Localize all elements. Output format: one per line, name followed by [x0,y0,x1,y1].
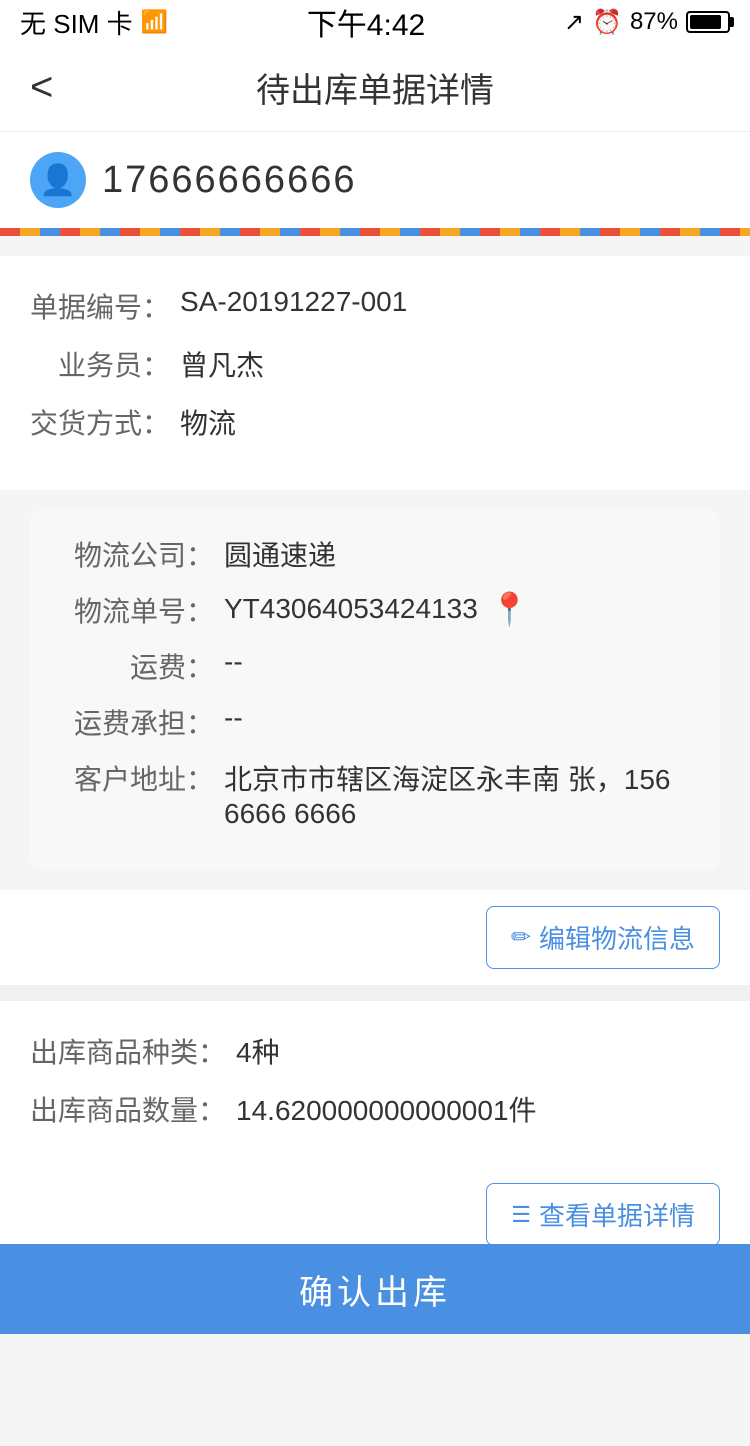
battery-fill [690,15,721,29]
staff-row: 业务员： 曾凡杰 [30,344,720,384]
edit-icon: ✏ [511,923,531,952]
staff-label: 业务员： [30,344,170,384]
logistics-freight-row: 运费： -- [54,646,696,686]
tracking-location-icon[interactable]: 📍 [490,590,530,628]
confirm-button[interactable]: 确认出库 [0,1244,750,1334]
dashed-divider [0,228,750,236]
view-detail-button[interactable]: ☰ 查看单据详情 [486,1183,720,1246]
logistics-company-row: 物流公司： 圆通速递 [54,534,696,574]
logistics-freightbearer-value: -- [224,702,696,734]
alarm-icon: ⏰ [592,8,622,37]
staff-value: 曾凡杰 [180,344,720,384]
goods-section: 出库商品种类： 4种 出库商品数量： 14.620000000000001件 [0,1001,750,1167]
avatar-icon: 👤 [39,163,76,198]
logistics-freight-label: 运费： [54,646,214,686]
goods-quantity-value: 14.620000000000001件 [236,1089,720,1129]
delivery-value: 物流 [180,402,720,442]
order-number-value: SA-20191227-001 [180,286,720,318]
logistics-address-value: 北京市市辖区海淀区永丰南 张，156 6666 6666 [224,758,696,830]
edit-logistics-button[interactable]: ✏ 编辑物流信息 [486,906,720,969]
confirm-btn-wrapper: 确认出库 [0,1244,750,1334]
status-time: 下午4:42 [307,0,425,44]
logistics-freightbearer-label: 运费承担： [54,702,214,742]
list-icon: ☰ [511,1202,531,1228]
goods-quantity-label: 出库商品数量： [30,1089,226,1129]
logistics-company-label: 物流公司： [54,534,214,574]
edit-btn-label: 编辑物流信息 [539,919,695,956]
page-title: 待出库单据详情 [256,63,494,112]
logistics-address-row: 客户地址： 北京市市辖区海淀区永丰南 张，156 6666 6666 [54,758,696,830]
logistics-tracking-row: 物流单号： YT43064053424133 📍 [54,590,696,630]
back-button[interactable]: < [30,65,53,110]
order-number-row: 单据编号： SA-20191227-001 [30,286,720,326]
order-number-label: 单据编号： [30,286,170,326]
status-left: 无 SIM 卡 📶 [20,4,168,41]
logistics-address-label: 客户地址： [54,758,214,798]
delivery-row: 交货方式： 物流 [30,402,720,442]
view-detail-label: 查看单据详情 [539,1196,695,1233]
edit-btn-row: ✏ 编辑物流信息 [0,890,750,985]
wifi-icon: 📶 [141,9,168,35]
status-right: ↗ ⏰ 87% [564,8,730,37]
logistics-freight-value: -- [224,646,696,678]
user-phone: 17666666666 [102,159,356,202]
carrier-text: 无 SIM 卡 [20,4,133,41]
goods-quantity-row: 出库商品数量： 14.620000000000001件 [30,1089,720,1129]
logistics-freightbearer-row: 运费承担： -- [54,702,696,742]
delivery-label: 交货方式： [30,402,170,442]
order-info-section: 单据编号： SA-20191227-001 业务员： 曾凡杰 交货方式： 物流 [0,256,750,490]
gray-separator [0,985,750,1001]
goods-types-row: 出库商品种类： 4种 [30,1031,720,1071]
avatar: 👤 [30,152,86,208]
user-header: 👤 17666666666 [0,132,750,228]
logistics-company-value: 圆通速递 [224,534,696,574]
goods-types-label: 出库商品种类： [30,1031,226,1071]
logistics-card: 物流公司： 圆通速递 物流单号： YT43064053424133 📍 运费： … [30,510,720,870]
logistics-tracking-label: 物流单号： [54,590,214,630]
goods-types-value: 4种 [236,1031,720,1071]
location-status-icon: ↗ [564,8,584,37]
logistics-tracking-value: YT43064053424133 📍 [224,590,696,628]
status-bar: 无 SIM 卡 📶 下午4:42 ↗ ⏰ 87% [0,0,750,44]
battery-bar [686,11,730,33]
nav-bar: < 待出库单据详情 [0,44,750,132]
battery-text: 87% [630,8,678,36]
